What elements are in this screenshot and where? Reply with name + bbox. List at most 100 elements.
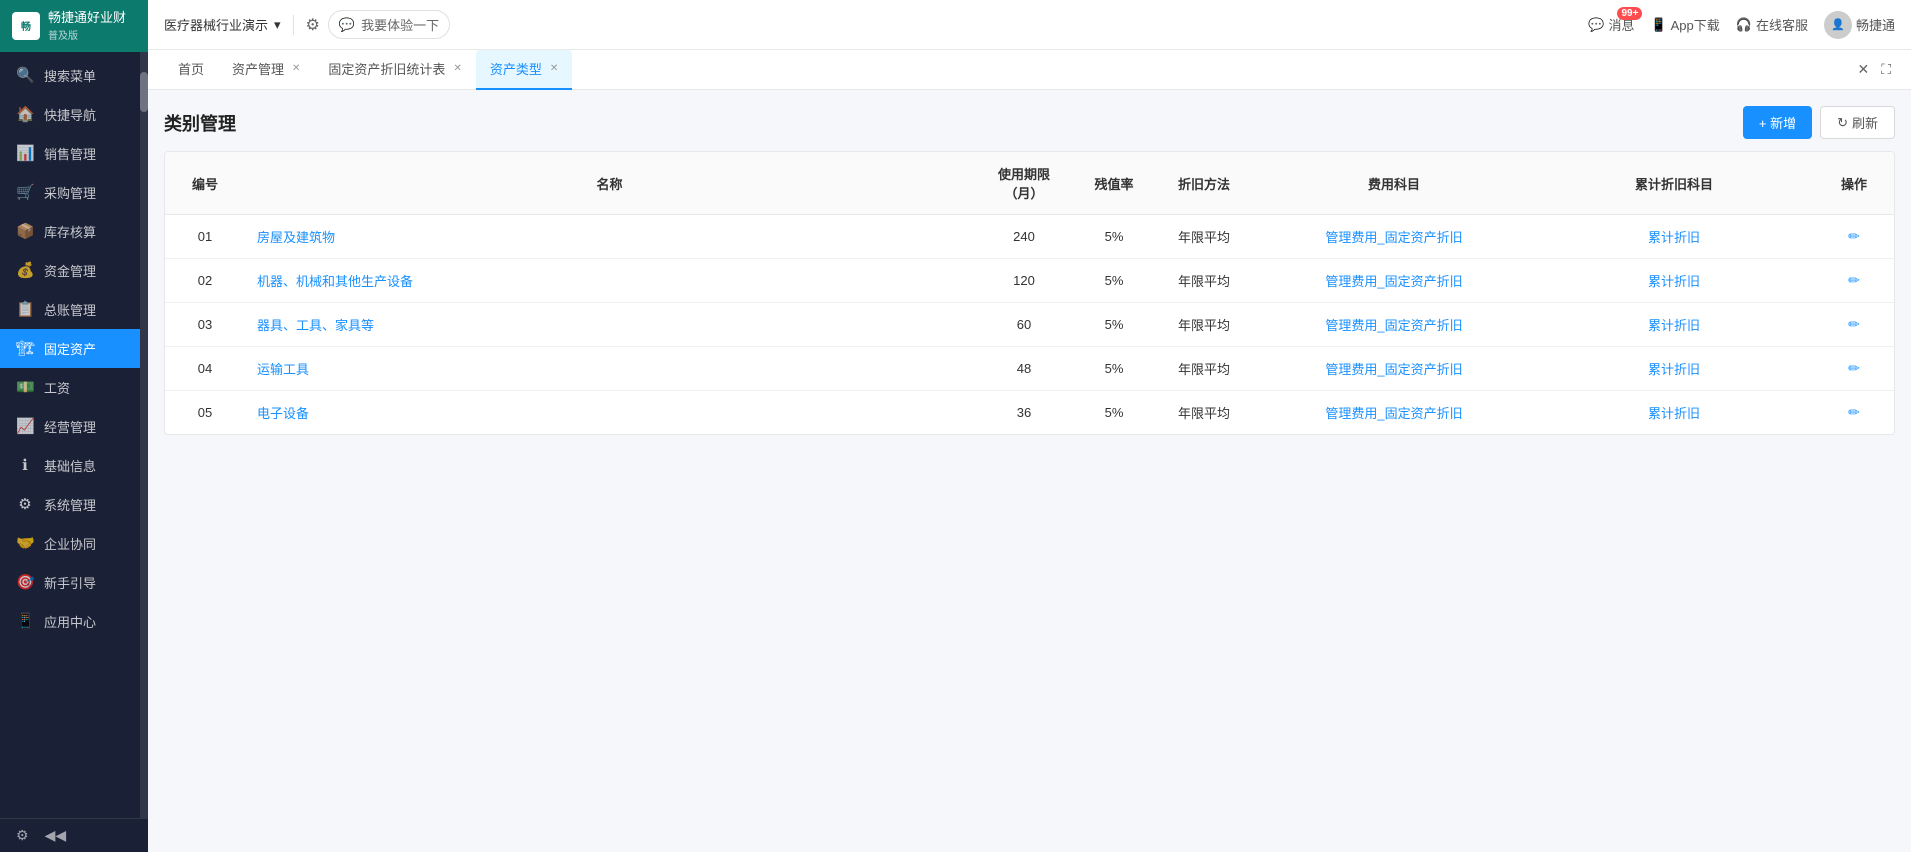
cell-period-1: 120 [974,259,1074,303]
tab-asset-management-close[interactable]: ✕ [292,63,300,74]
cell-name-4[interactable]: 电子设备 [245,391,974,435]
nav-label-purchase: 采购管理 [44,183,96,202]
name-link-1[interactable]: 机器、机械和其他生产设备 [257,274,413,289]
tab-home[interactable]: 首页 [164,50,218,90]
cell-expense-3: 管理费用_固定资产折旧 [1254,347,1534,391]
main-content: 医疗器械行业演示 ▾ ⚙ 💬 我要体验一下 💬 消息 99+ 📱 App下载 🎧 [148,0,1911,852]
refresh-icon: ↻ [1837,115,1848,131]
nav-icon-app-center: 📱 [16,612,34,630]
tab-asset-management[interactable]: 资产管理 ✕ [218,50,314,90]
nav-icon-operations: 📈 [16,417,34,435]
app-download-item[interactable]: 📱 App下载 [1650,15,1719,34]
expense-link-3[interactable]: 管理费用_固定资产折旧 [1325,362,1462,377]
name-link-3[interactable]: 运输工具 [257,362,309,377]
sidebar-item-capital[interactable]: 💰 资金管理 [0,251,140,290]
workspace-selector[interactable]: 医疗器械行业演示 ▾ [164,15,281,34]
sidebar-item-ledger[interactable]: 📋 总账管理 [0,290,140,329]
table-row: 01 房屋及建筑物 240 5% 年限平均 管理费用_固定资产折旧 累计折旧 ✏ [165,215,1894,259]
tab-asset-type-close[interactable]: ✕ [550,63,558,74]
th-expense: 费用科目 [1254,152,1534,215]
accum-link-1[interactable]: 累计折旧 [1648,274,1700,289]
table-row: 03 器具、工具、家具等 60 5% 年限平均 管理费用_固定资产折旧 累计折旧… [165,303,1894,347]
edit-button-2[interactable]: ✏ [1848,316,1860,332]
table-row: 04 运输工具 48 5% 年限平均 管理费用_固定资产折旧 累计折旧 ✏ [165,347,1894,391]
page-header: 类别管理 + 新增 ↻ 刷新 [164,106,1895,139]
accum-link-3[interactable]: 累计折旧 [1648,362,1700,377]
tab-fixed-asset-depreciation[interactable]: 固定资产折旧统计表 ✕ [314,50,475,90]
avatar-icon: 👤 [1831,18,1845,31]
nav-icon-fixed-assets: 🏗 [16,339,34,357]
workspace-label: 医疗器械行业演示 [164,15,268,34]
cell-residual-1: 5% [1074,259,1154,303]
tab-asset-type[interactable]: 资产类型 ✕ [476,50,572,90]
messages-icon: 💬 [1588,17,1604,33]
cell-period-2: 60 [974,303,1074,347]
tab-expand-icon[interactable]: ⛶ [1877,57,1895,82]
user-item[interactable]: 👤 畅捷通 [1824,11,1895,39]
edit-button-4[interactable]: ✏ [1848,404,1860,420]
cell-action-0: ✏ [1814,215,1894,259]
cell-code-0: 01 [165,215,245,259]
topbar-right: 💬 消息 99+ 📱 App下载 🎧 在线客服 👤 畅捷通 [1588,11,1895,39]
cell-accum-1: 累计折旧 [1534,259,1814,303]
tab-fixed-asset-depreciation-close[interactable]: ✕ [453,63,461,74]
tab-close-all-icon[interactable]: ✕ [1853,57,1873,82]
th-accum: 累计折旧科目 [1534,152,1814,215]
cell-name-0[interactable]: 房屋及建筑物 [245,215,974,259]
name-link-2[interactable]: 器具、工具、家具等 [257,318,374,333]
sidebar-item-payroll[interactable]: 💵 工资 [0,368,140,407]
sidebar-item-fixed-assets[interactable]: 🏗 固定资产 [0,329,140,368]
th-name: 名称 [245,152,974,215]
sidebar-item-purchase[interactable]: 🛒 采购管理 [0,173,140,212]
sidebar-item-quicknav[interactable]: 🏠 快捷导航 [0,95,140,134]
sidebar-item-system[interactable]: ⚙ 系统管理 [0,485,140,524]
sidebar-item-search[interactable]: 🔍 搜索菜单 [0,56,140,95]
experience-button[interactable]: 💬 我要体验一下 [328,10,450,39]
refresh-button[interactable]: ↻ 刷新 [1820,106,1895,139]
table-header: 编号 名称 使用期限（月） 残值率 折旧方法 费用科目 累计折旧科目 操作 [165,152,1894,215]
nav-icon-guide: 🎯 [16,573,34,591]
edit-button-0[interactable]: ✏ [1848,228,1860,244]
online-service-item[interactable]: 🎧 在线客服 [1736,15,1808,34]
cell-name-2[interactable]: 器具、工具、家具等 [245,303,974,347]
content-area: 类别管理 + 新增 ↻ 刷新 编号 名称 使用期限（月） 残值率 折旧方法 [148,90,1911,852]
expense-link-1[interactable]: 管理费用_固定资产折旧 [1325,274,1462,289]
cell-action-3: ✏ [1814,347,1894,391]
cell-method-1: 年限平均 [1154,259,1254,303]
topbar-settings-icon[interactable]: ⚙ [306,15,320,35]
sidebar-item-guide[interactable]: 🎯 新手引导 [0,563,140,602]
edit-button-3[interactable]: ✏ [1848,360,1860,376]
accum-link-4[interactable]: 累计折旧 [1648,406,1700,421]
name-link-0[interactable]: 房屋及建筑物 [257,230,335,245]
messages-item[interactable]: 💬 消息 99+ [1588,15,1634,34]
expense-link-4[interactable]: 管理费用_固定资产折旧 [1325,406,1462,421]
add-button[interactable]: + 新增 [1743,106,1812,139]
accum-link-2[interactable]: 累计折旧 [1648,318,1700,333]
cell-period-4: 36 [974,391,1074,435]
table-row: 02 机器、机械和其他生产设备 120 5% 年限平均 管理费用_固定资产折旧 … [165,259,1894,303]
sidebar-item-cooperation[interactable]: 🤝 企业协同 [0,524,140,563]
sidebar-item-operations[interactable]: 📈 经营管理 [0,407,140,446]
cell-name-1[interactable]: 机器、机械和其他生产设备 [245,259,974,303]
cell-expense-1: 管理费用_固定资产折旧 [1254,259,1534,303]
edit-button-1[interactable]: ✏ [1848,272,1860,288]
expense-link-0[interactable]: 管理费用_固定资产折旧 [1325,230,1462,245]
sidebar-item-sales[interactable]: 📊 销售管理 [0,134,140,173]
name-link-4[interactable]: 电子设备 [257,406,309,421]
accum-link-0[interactable]: 累计折旧 [1648,230,1700,245]
sidebar-item-app-center[interactable]: 📱 应用中心 [0,602,140,641]
collapse-icon[interactable]: ◀◀ [45,827,67,844]
nav-icon-ledger: 📋 [16,300,34,318]
nav-label-basic-info: 基础信息 [44,456,96,475]
cell-action-4: ✏ [1814,391,1894,435]
cell-method-0: 年限平均 [1154,215,1254,259]
sidebar-scrollbar[interactable] [140,52,148,818]
settings-footer-icon[interactable]: ⚙ [16,827,29,844]
sidebar-item-inventory[interactable]: 📦 库存核算 [0,212,140,251]
expense-link-2[interactable]: 管理费用_固定资产折旧 [1325,318,1462,333]
nav-label-guide: 新手引导 [44,573,96,592]
th-residual: 残值率 [1074,152,1154,215]
sidebar-item-basic-info[interactable]: ℹ 基础信息 [0,446,140,485]
refresh-label: 刷新 [1852,113,1878,132]
cell-name-3[interactable]: 运输工具 [245,347,974,391]
